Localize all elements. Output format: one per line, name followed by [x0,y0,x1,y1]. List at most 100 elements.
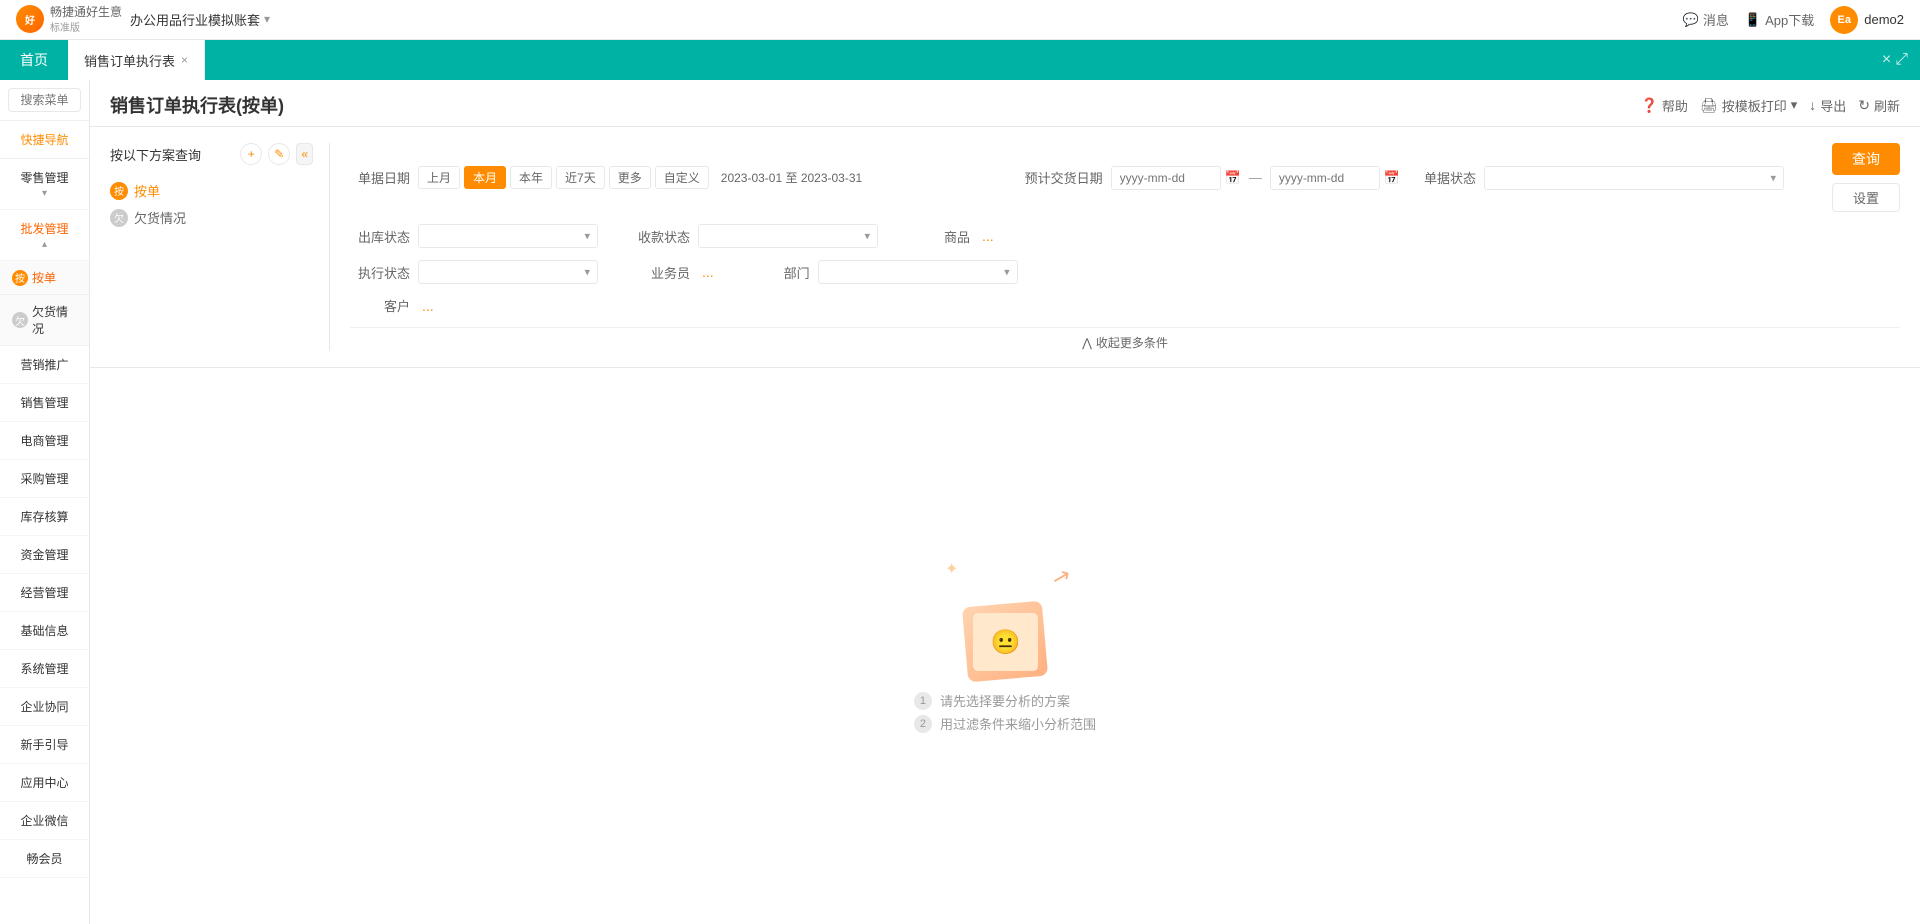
collection-label: 收款状态 [630,227,690,246]
customer-dots[interactable]: ... [418,298,438,314]
collapse-panel-button[interactable]: « [296,143,313,165]
help-button[interactable]: ❓ 帮助 [1640,96,1687,115]
exec-label: 执行状态 [350,263,410,282]
sub-icon-press: 按 [12,270,28,286]
empty-illustration: 😐 ↗ ✦ [935,559,1075,679]
filter-field-customer: 客户 ... [350,296,438,315]
top-bar-left: 好 畅捷通好生意 标准版 办公用品行业模拟账套 ▾ [16,5,270,34]
print-button[interactable]: 🖨 按模板打印 ▾ [1700,96,1797,115]
collapse-more-button[interactable]: ⋀ 收起更多条件 [350,327,1900,351]
status-label: 单据状态 [1416,168,1476,187]
refresh-button[interactable]: ↻ 刷新 [1858,96,1900,115]
export-button[interactable]: ↓ 导出 [1809,96,1846,115]
message-button[interactable]: 💬 消息 [1683,10,1729,29]
date-last-month-btn[interactable]: 上月 [418,166,460,189]
product-label: 商品 [910,227,970,246]
sidebar-item-quick-nav[interactable]: 快捷导航 [0,125,89,154]
breadcrumb-text: 办公用品行业模拟账套 [130,10,260,29]
sidebar-item-wholesale[interactable]: 批发管理 ▴ [0,210,89,261]
filter-field-exec: 执行状态 [350,260,598,284]
date-7days-btn[interactable]: 近7天 [556,166,605,189]
app-download-button[interactable]: 📱 App下载 [1745,10,1814,29]
sidebar-item-ecommerce[interactable]: 电商管理 [0,422,89,460]
settings-button[interactable]: 设置 [1832,183,1900,212]
sidebar-item-vip[interactable]: 畅会员 [0,840,89,878]
top-bar: 好 畅捷通好生意 标准版 办公用品行业模拟账套 ▾ 💬 消息 📱 App下载 E… [0,0,1920,40]
sidebar-item-operation[interactable]: 经营管理 [0,574,89,612]
filter-field-collection: 收款状态 [630,224,878,248]
forecast-start-input[interactable] [1111,166,1221,190]
date-more-btn[interactable]: 更多 [609,166,651,189]
outbound-select[interactable] [418,224,598,248]
sub-item-owe-label: 欠货情况 [32,303,77,337]
filter-scheme-owe[interactable]: 欠 欠货情况 [110,204,313,231]
app-download-icon: 📱 [1745,12,1761,28]
sidebar-item-enterprise[interactable]: 企业协同 [0,688,89,726]
date-custom-btn[interactable]: 自定义 [655,166,709,189]
filter-row-1: 单据日期 上月 本月 本年 近7天 更多 自定义 20 [350,143,1900,212]
sidebar-item-appstore[interactable]: 应用中心 [0,764,89,802]
page-actions: ❓ 帮助 🖨 按模板打印 ▾ ↓ 导出 ↻ 刷新 [1640,96,1900,115]
filter-left-header: 按以下方案查询 + ✎ « [110,143,313,165]
product-dots[interactable]: ... [978,228,998,244]
collapse-label: 收起更多条件 [1096,334,1168,351]
window-maximize-icon[interactable]: ⤢ [1895,51,1908,69]
filter-right: 单据日期 上月 本月 本年 近7天 更多 自定义 20 [330,143,1900,351]
sub-icon-owe: 欠 [12,312,28,328]
date-this-month-btn[interactable]: 本月 [464,166,506,189]
content-area: 销售订单执行表(按单) ❓ 帮助 🖨 按模板打印 ▾ ↓ 导出 ↻ 刷新 [90,80,1920,924]
logo-text-area: 畅捷通好生意 标准版 [50,5,122,34]
sidebar-item-retail[interactable]: 零售管理 ▾ [0,159,89,210]
filter-field-salesman: 业务员 ... [630,263,718,282]
tab-home[interactable]: 首页 [0,40,68,80]
search-button[interactable]: 查询 [1832,143,1900,175]
user-area[interactable]: Ea demo2 [1830,6,1904,34]
empty-box-inner: 😐 [973,613,1038,671]
date-this-year-btn[interactable]: 本年 [510,166,552,189]
add-icon: + [248,147,255,161]
sidebar-item-wechat[interactable]: 企业微信 [0,802,89,840]
edit-icon: ✎ [274,147,284,161]
filter-field-outbound: 出库状态 [350,224,598,248]
add-scheme-button[interactable]: + [240,143,262,165]
sidebar-item-marketing-label: 营销推广 [20,356,68,373]
sidebar-item-inventory[interactable]: 库存核算 [0,498,89,536]
refresh-icon: ↻ [1858,97,1870,114]
sidebar-item-system[interactable]: 系统管理 [0,650,89,688]
sidebar-item-purchase[interactable]: 采购管理 [0,460,89,498]
sidebar-item-marketing[interactable]: 营销推广 [0,346,89,384]
sidebar-item-sales[interactable]: 销售管理 [0,384,89,422]
sub-item-press-label: 按单 [32,269,56,286]
collapse-icon: « [301,147,308,161]
edit-scheme-button[interactable]: ✎ [268,143,290,165]
dept-select[interactable] [818,260,1018,284]
page-header: 销售订单执行表(按单) ❓ 帮助 🖨 按模板打印 ▾ ↓ 导出 ↻ 刷新 [90,80,1920,127]
date-range-separator: — [1245,170,1266,185]
owe-icon: 欠 [110,209,128,227]
filter-scheme-press[interactable]: 按 按单 [110,177,313,204]
table-area: 😐 ↗ ✦ 1 请先选择要分析的方案 2 用过滤条件来缩小分析范围 [90,368,1920,924]
forecast-end-input[interactable] [1270,166,1380,190]
collection-select[interactable] [698,224,878,248]
sidebar-item-finance[interactable]: 资金管理 [0,536,89,574]
salesman-dots[interactable]: ... [698,264,718,280]
sidebar-sub-item-press[interactable]: 按 按单 [0,261,89,295]
date-label: 单据日期 [350,168,410,187]
logo-text: 畅捷通好生意 [50,5,122,19]
empty-tips: 1 请先选择要分析的方案 2 用过滤条件来缩小分析范围 [914,691,1096,733]
forecast-date-inputs: 📅 — 📅 [1111,166,1400,190]
tip1-num: 1 [914,692,932,710]
exec-select[interactable] [418,260,598,284]
sidebar-item-guide[interactable]: 新手引导 [0,726,89,764]
tab-close-icon[interactable]: × [181,53,188,67]
print-arrow-icon: ▾ [1791,97,1798,113]
sidebar-sub-item-owe[interactable]: 欠 欠货情况 [0,295,89,346]
window-close-icon[interactable]: × [1882,51,1891,69]
status-select[interactable] [1484,166,1784,190]
sidebar-item-guide-label: 新手引导 [20,736,68,753]
tab-sales-order[interactable]: 销售订单执行表 × [68,40,205,80]
sidebar-item-sales-label: 销售管理 [20,394,68,411]
search-input[interactable] [8,88,81,112]
filter-field-status: 单据状态 [1416,166,1784,190]
sidebar-item-basic[interactable]: 基础信息 [0,612,89,650]
